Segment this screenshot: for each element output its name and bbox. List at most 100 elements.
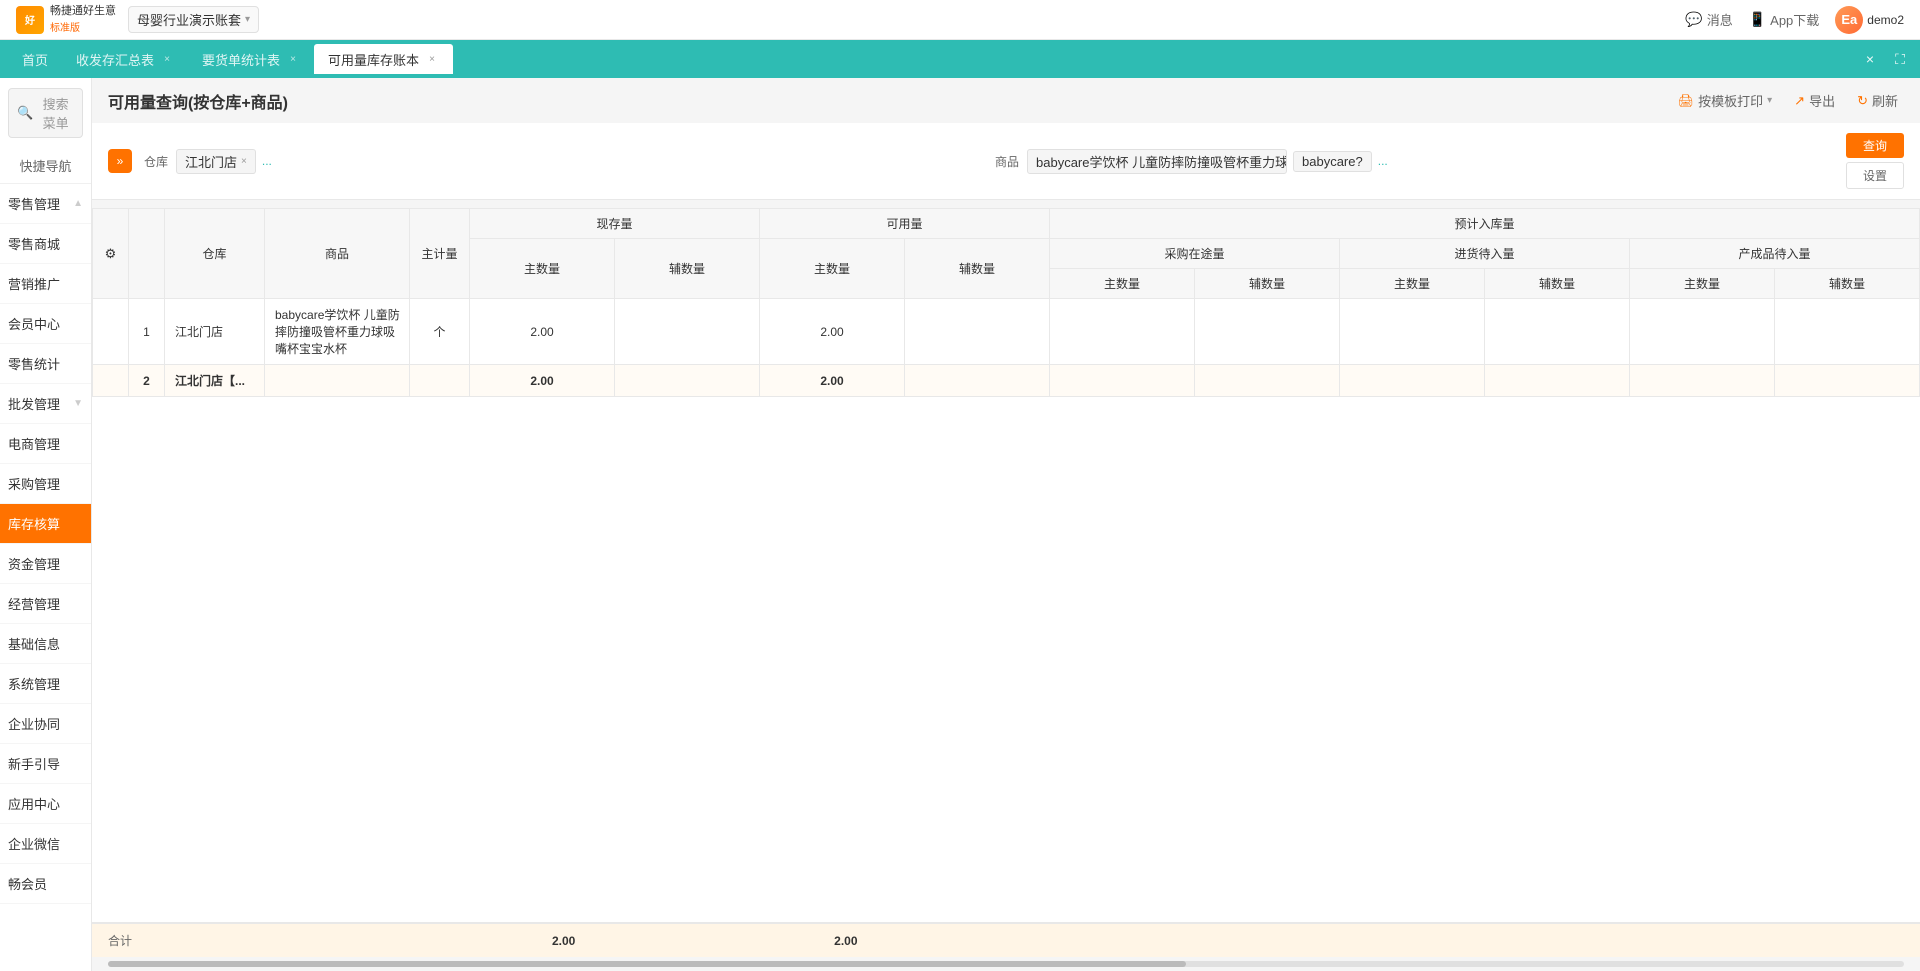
sidebar-item-basic-info-label: 基础信息 (8, 634, 60, 653)
product-filter-more[interactable]: ... (1378, 154, 1388, 168)
footer-stock-main: 2.00 (493, 934, 634, 948)
search-menu-btn[interactable]: 🔍 搜索菜单 (8, 88, 83, 138)
th-purchase-in-transit: 采购在途量 (1050, 239, 1340, 269)
th-unit: 主计量 (410, 209, 470, 299)
sidebar-item-marketing[interactable]: 营销推广 (0, 264, 91, 304)
tab-home-label: 首页 (22, 50, 48, 69)
sidebar-item-ecommerce-mgmt[interactable]: 电商管理 (0, 424, 91, 464)
refresh-btn[interactable]: ↻ 刷新 (1851, 88, 1904, 113)
logo-text: 畅捷通好生意 (50, 5, 116, 18)
sidebar-item-finance-mgmt[interactable]: 资金管理 (0, 544, 91, 584)
warehouse-filter-more[interactable]: ... (262, 154, 272, 168)
th-incoming-aux: 辅数量 (1485, 269, 1630, 299)
sidebar-item-enterprise-collab[interactable]: 企业协同 (0, 704, 91, 744)
close-all-tabs-btn[interactable]: × (1858, 47, 1882, 71)
cell-purchase-aux (1195, 299, 1340, 365)
sidebar-item-operations-mgmt[interactable]: 经营管理 (0, 584, 91, 624)
settings-btn[interactable]: 设置 (1846, 162, 1904, 189)
export-label: 导出 (1809, 91, 1835, 110)
cell-unit-sub (410, 365, 470, 397)
sidebar-item-retail-mgmt[interactable]: 零售管理 ▲ (0, 184, 91, 224)
sidebar-item-wholesale-mgmt-label: 批发管理 (8, 394, 60, 413)
chevron-icon: ▲ (73, 198, 83, 209)
sidebar-item-ecommerce-mgmt-label: 电商管理 (8, 434, 60, 453)
app-download-btn[interactable]: 📱 App下载 (1749, 10, 1820, 29)
footer-produced-aux (1763, 934, 1904, 948)
th-purchase-aux: 辅数量 (1195, 269, 1340, 299)
query-btn[interactable]: 查询 (1846, 133, 1904, 158)
sidebar-item-retail-stats-label: 零售统计 (8, 354, 60, 373)
th-stock-group: 现存量 (470, 209, 760, 239)
industry-selector[interactable]: 母婴行业演示账套 ▾ (128, 6, 259, 33)
cell-purchase-main-sub (1050, 365, 1195, 397)
sidebar-item-system-mgmt[interactable]: 系统管理 (0, 664, 91, 704)
th-purchase-main: 主数量 (1050, 269, 1195, 299)
search-icon: 🔍 (17, 105, 33, 121)
product-tag-2-text: babycare? (1302, 154, 1363, 169)
th-incoming-waiting: 进货待入量 (1340, 239, 1630, 269)
footer-label: 合计 (108, 932, 208, 949)
sidebar-item-new-guide-label: 新手引导 (8, 754, 60, 773)
scrollbar-thumb[interactable] (108, 961, 1186, 967)
sidebar-item-retail-mall-label: 零售商城 (8, 234, 60, 253)
logo-area: 好 畅捷通好生意 标准版 (16, 5, 116, 33)
th-warehouse: 仓库 (165, 209, 265, 299)
sidebar-item-retail-mall[interactable]: 零售商城 (0, 224, 91, 264)
warehouse-label: 仓库 (144, 153, 168, 170)
sidebar-item-enterprise-wechat-label: 企业微信 (8, 834, 60, 853)
footer-incoming-main (1340, 934, 1481, 948)
th-settings[interactable]: ⚙ (93, 209, 129, 299)
tab-available-stock-close[interactable]: × (425, 52, 439, 66)
product-tag-1[interactable]: babycare学饮杯 儿童防摔防撞吸管杯重力球吸嘴杯宝宝水杯 × (1027, 149, 1287, 174)
cell-produced-main-sub (1630, 365, 1775, 397)
sidebar-item-quick-nav[interactable]: 快捷导航 (0, 148, 91, 184)
print-btn[interactable]: 🖨 按模板打印 ▾ (1672, 88, 1779, 113)
page-actions: 🖨 按模板打印 ▾ ↗ 导出 ↻ 刷新 (1672, 88, 1904, 113)
filter-expand-btn[interactable]: » (108, 149, 132, 173)
cell-stock-main: 2.00 (470, 299, 615, 365)
tab-order-summary-close[interactable]: × (286, 52, 300, 66)
product-tag-2[interactable]: babycare? (1293, 151, 1372, 172)
cell-incoming-aux-sub (1485, 365, 1630, 397)
sidebar-item-wholesale-mgmt[interactable]: 批发管理 ▼ (0, 384, 91, 424)
footer-produced-main (1622, 934, 1763, 948)
tab-receivable-close[interactable]: × (160, 52, 174, 66)
th-produced-main: 主数量 (1630, 269, 1775, 299)
sidebar-item-enterprise-wechat[interactable]: 企业微信 (0, 824, 91, 864)
cell-produced-aux-sub (1775, 365, 1920, 397)
avatar: Ea (1835, 6, 1863, 34)
tab-order-summary[interactable]: 要货单统计表 × (188, 44, 314, 74)
warehouse-tag-1-close[interactable]: × (241, 156, 247, 167)
warehouse-tag-1[interactable]: 江北门店 × (176, 149, 256, 174)
table-footer: 合计 2.00 2.00 (92, 922, 1920, 957)
sidebar-item-basic-info[interactable]: 基础信息 (0, 624, 91, 664)
sidebar-item-member-label: 畅会员 (8, 874, 47, 893)
sidebar-item-retail-mgmt-label: 零售管理 (8, 194, 60, 213)
th-produced-waiting: 产成品待入量 (1630, 239, 1920, 269)
sidebar-item-new-guide[interactable]: 新手引导 (0, 744, 91, 784)
scrollbar-track[interactable] (108, 961, 1904, 967)
user-area[interactable]: Ea demo2 (1835, 6, 1904, 34)
table-container[interactable]: ⚙ 仓库 商品 主计量 现存量 可用量 预计入库量 主数量 辅数量 主数量 (92, 208, 1920, 922)
cell-product-sub (265, 365, 410, 397)
cell-product: babycare学饮杯 儿童防摔防撞吸管杯重力球吸嘴杯宝宝水杯 (265, 299, 410, 365)
messages-btn[interactable]: 💬 消息 (1685, 10, 1732, 29)
maximize-btn[interactable]: ⛶ (1888, 47, 1912, 71)
sidebar-item-member-center[interactable]: 会员中心 (0, 304, 91, 344)
cell-settings (93, 299, 129, 365)
cell-stock-aux-sub (615, 365, 760, 397)
sidebar-item-app-center[interactable]: 应用中心 (0, 784, 91, 824)
settings-icon: ⚙ (105, 246, 117, 261)
top-header: 好 畅捷通好生意 标准版 母婴行业演示账套 ▾ 💬 消息 📱 App下载 Ea … (0, 0, 1920, 40)
warehouse-tag-1-text: 江北门店 (185, 152, 237, 171)
export-btn[interactable]: ↗ 导出 (1788, 88, 1841, 113)
th-produced-aux: 辅数量 (1775, 269, 1920, 299)
tab-receivable[interactable]: 收发存汇总表 × (62, 44, 188, 74)
sidebar-item-retail-stats[interactable]: 零售统计 (0, 344, 91, 384)
tab-home[interactable]: 首页 (8, 44, 62, 74)
sidebar-item-member[interactable]: 畅会员 (0, 864, 91, 904)
sidebar-item-purchase-mgmt[interactable]: 采购管理 (0, 464, 91, 504)
sidebar-item-inventory-check[interactable]: 库存核算 (0, 504, 91, 544)
tab-available-stock[interactable]: 可用量库存账本 × (314, 44, 453, 74)
scrollbar-area (92, 957, 1920, 971)
